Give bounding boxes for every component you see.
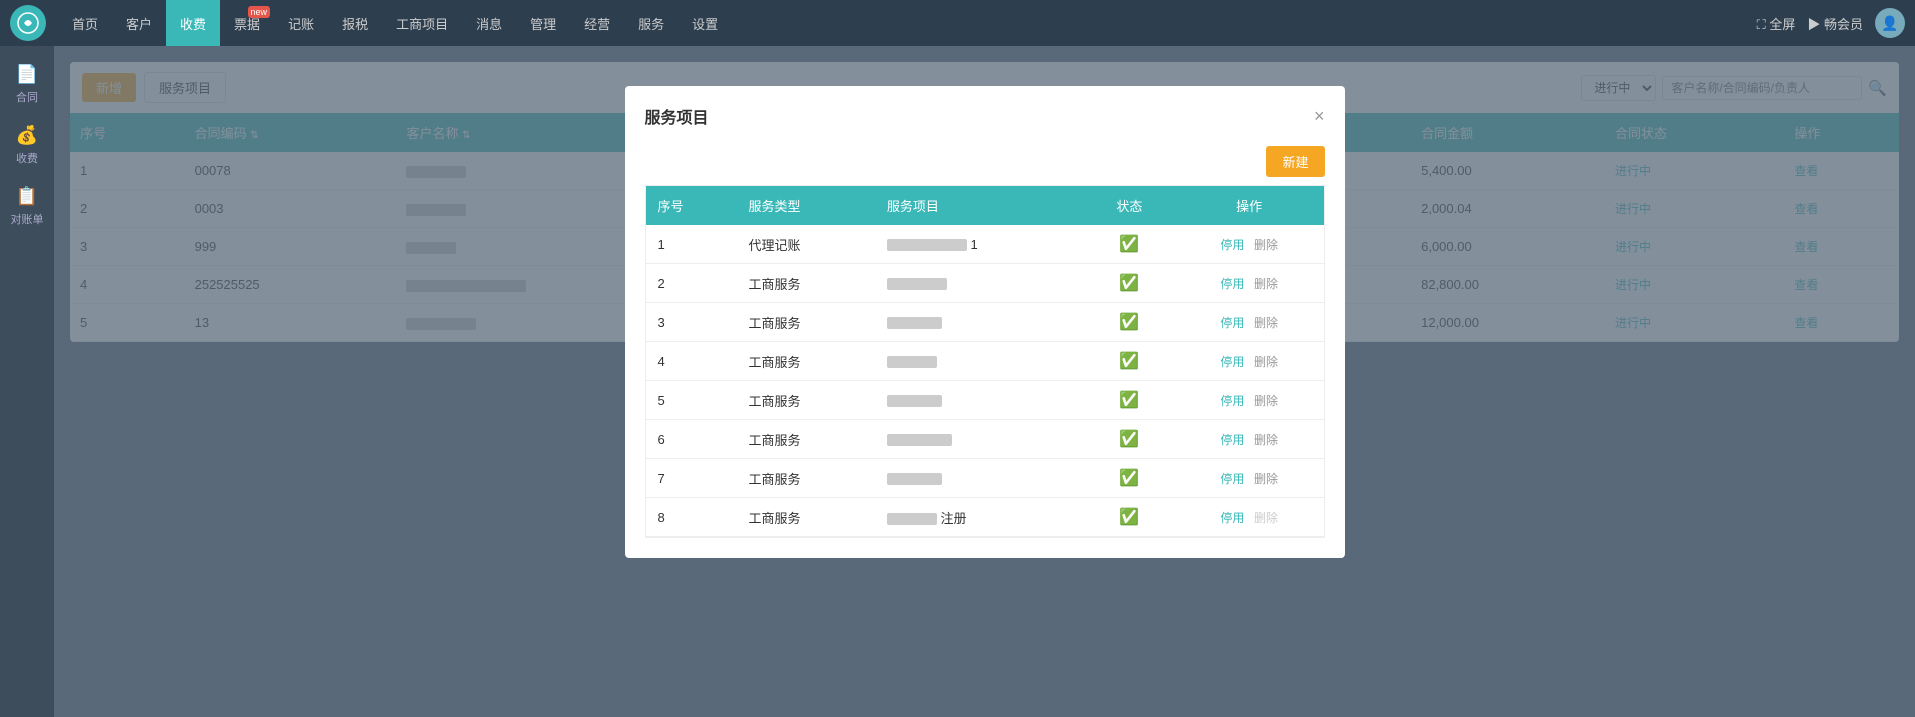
modal-data-table: 序号 服务类型 服务项目 状态 操作 1 代理记账 1 ✅ <box>646 186 1324 537</box>
modal-row-seq: 1 <box>646 225 737 264</box>
nav-service[interactable]: 服务 <box>624 0 678 46</box>
modal-table-row: 2 工商服务 ✅ 停用 删除 <box>646 264 1324 303</box>
app-logo <box>10 5 46 41</box>
modal-table-row: 6 工商服务 ✅ 停用 删除 <box>646 420 1324 459</box>
fee-icon: 💰 <box>16 125 38 146</box>
new-badge: new <box>248 6 271 18</box>
stop-button[interactable]: 停用 <box>1220 355 1244 369</box>
sidebar-item-fee-label: 收费 <box>16 150 38 166</box>
modal-col-item: 服务项目 <box>875 186 1084 225</box>
fullscreen-btn[interactable]: ⛶ 全屏 <box>1757 14 1796 33</box>
modal-row-status: ✅ <box>1084 225 1175 264</box>
modal-title: 服务项目 <box>645 104 709 128</box>
delete-button[interactable]: 删除 <box>1254 394 1278 408</box>
reconcile-icon: 📋 <box>16 186 38 207</box>
nav-home[interactable]: 首页 <box>58 0 112 46</box>
modal-table-row: 1 代理记账 1 ✅ 停用 删除 <box>646 225 1324 264</box>
nav-message[interactable]: 消息 <box>462 0 516 46</box>
stop-button[interactable]: 停用 <box>1220 511 1244 525</box>
stop-button[interactable]: 停用 <box>1220 394 1244 408</box>
stop-button[interactable]: 停用 <box>1220 316 1244 330</box>
modal-table-row: 3 工商服务 ✅ 停用 删除 <box>646 303 1324 342</box>
modal-table-wrap[interactable]: 序号 服务类型 服务项目 状态 操作 1 代理记账 1 ✅ <box>645 185 1325 538</box>
nav-customer[interactable]: 客户 <box>112 0 166 46</box>
sidebar-item-contract[interactable]: 📄 合同 <box>2 56 52 113</box>
nav-invoice[interactable]: 票据 new <box>220 0 274 46</box>
sidebar-item-contract-label: 合同 <box>16 89 38 105</box>
modal-table-row: 8 工商服务 注册 ✅ 停用 删除 <box>646 498 1324 537</box>
sidebar-item-reconcile-label: 对账单 <box>11 211 44 227</box>
nav-bookkeeping[interactable]: 记账 <box>274 0 328 46</box>
modal-col-seq: 序号 <box>646 186 737 225</box>
delete-button[interactable]: 删除 <box>1254 355 1278 369</box>
top-nav: 首页 客户 收费 票据 new 记账 报税 工商项目 消息 管理 经营 服务 设… <box>0 0 1915 46</box>
delete-button[interactable]: 删除 <box>1254 238 1278 252</box>
modal-close-button[interactable]: × <box>1314 106 1325 127</box>
nav-operation[interactable]: 经营 <box>570 0 624 46</box>
nav-manage[interactable]: 管理 <box>516 0 570 46</box>
modal-col-action: 操作 <box>1175 186 1324 225</box>
nav-business[interactable]: 工商项目 <box>382 0 462 46</box>
sidebar: 📄 合同 💰 收费 📋 对账单 <box>0 46 54 717</box>
delete-button[interactable]: 删除 <box>1254 277 1278 291</box>
modal-col-type: 服务类型 <box>737 186 875 225</box>
delete-button[interactable]: 删除 <box>1254 472 1278 486</box>
stop-button[interactable]: 停用 <box>1220 277 1244 291</box>
modal-table-row: 4 工商服务 ✅ 停用 删除 <box>646 342 1324 381</box>
service-items-modal: 服务项目 × 新建 序号 服务类型 服务项目 状态 操作 <box>625 86 1345 558</box>
sidebar-item-fee[interactable]: 💰 收费 <box>2 117 52 174</box>
delete-button[interactable]: 删除 <box>1254 433 1278 447</box>
contract-icon: 📄 <box>16 64 38 85</box>
modal-overlay: 服务项目 × 新建 序号 服务类型 服务项目 状态 操作 <box>54 46 1915 717</box>
modal-row-type: 代理记账 <box>737 225 875 264</box>
sidebar-item-reconcile[interactable]: 📋 对账单 <box>2 178 52 235</box>
nav-tax[interactable]: 报税 <box>328 0 382 46</box>
modal-toolbar: 新建 <box>625 138 1345 185</box>
stop-button[interactable]: 停用 <box>1220 238 1244 252</box>
delete-button[interactable]: 删除 <box>1254 316 1278 330</box>
modal-table-row: 7 工商服务 ✅ 停用 删除 <box>646 459 1324 498</box>
member-btn[interactable]: ▶ 畅会员 <box>1807 14 1863 33</box>
modal-row-item: 1 <box>875 225 1084 264</box>
modal-new-button[interactable]: 新建 <box>1266 146 1324 177</box>
delete-button[interactable]: 删除 <box>1254 511 1278 525</box>
nav-settings[interactable]: 设置 <box>678 0 732 46</box>
nav-right: ⛶ 全屏 ▶ 畅会员 👤 <box>1757 8 1905 38</box>
nav-items: 首页 客户 收费 票据 new 记账 报税 工商项目 消息 管理 经营 服务 设… <box>58 0 1757 46</box>
nav-fee[interactable]: 收费 <box>166 0 220 46</box>
stop-button[interactable]: 停用 <box>1220 433 1244 447</box>
modal-col-status: 状态 <box>1084 186 1175 225</box>
stop-button[interactable]: 停用 <box>1220 472 1244 486</box>
modal-header: 服务项目 × <box>625 86 1345 138</box>
modal-row-actions: 停用 删除 <box>1175 225 1324 264</box>
avatar[interactable]: 👤 <box>1875 8 1905 38</box>
modal-table-row: 5 工商服务 ✅ 停用 删除 <box>646 381 1324 420</box>
